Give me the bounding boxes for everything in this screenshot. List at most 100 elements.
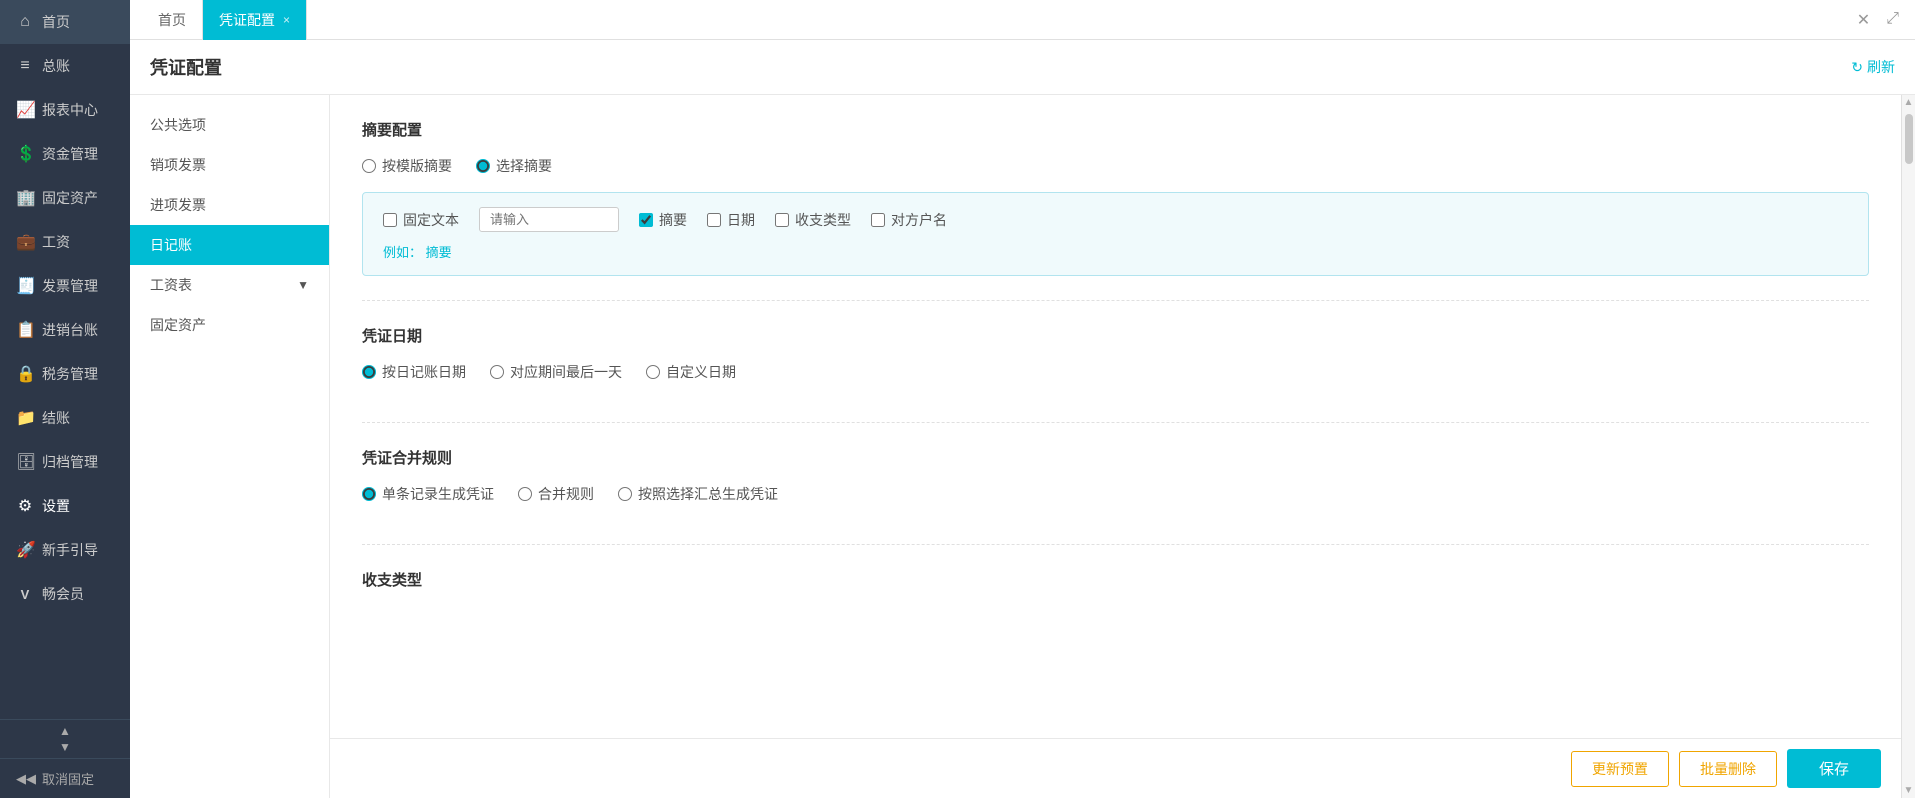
example-label: 例如：	[383, 245, 422, 260]
radio-custom-date[interactable]: 自定义日期	[646, 362, 736, 382]
radio-select-summary-input[interactable]	[476, 159, 490, 173]
menu-item-label: 日记账	[150, 235, 192, 255]
sidebar-scroll-up[interactable]: ▲	[59, 724, 71, 738]
sidebar-item-label: 首页	[42, 12, 70, 32]
sidebar-item-home[interactable]: ⌂ 首页	[0, 0, 130, 44]
example-row: 例如： 摘要	[383, 242, 1848, 261]
sidebar-item-settings[interactable]: ⚙ 设置	[0, 484, 130, 528]
refresh-button[interactable]: ↻ 刷新	[1851, 57, 1895, 77]
income-type-section: 收支类型	[362, 569, 1869, 630]
radio-merge-rule[interactable]: 合并规则	[518, 484, 594, 504]
checkbox-date-input[interactable]	[707, 213, 721, 227]
menu-item-label: 公共选项	[150, 115, 206, 135]
sidebar-item-label: 畅会员	[42, 584, 84, 604]
radio-diary-date[interactable]: 按日记账日期	[362, 362, 466, 382]
sidebar-item-archive[interactable]: 🗄 归档管理	[0, 440, 130, 484]
sidebar-item-ledger[interactable]: ≡ 总账	[0, 44, 130, 88]
checkbox-income-type-input[interactable]	[775, 213, 789, 227]
unpin-icon: ◀◀	[16, 771, 36, 787]
window-restore-button[interactable]: ⤢	[1882, 8, 1903, 32]
checkbox-income-type[interactable]: 收支类型	[775, 210, 851, 230]
checkbox-date[interactable]: 日期	[707, 210, 755, 230]
tab-voucher-config[interactable]: 凭证配置 ×	[203, 0, 307, 40]
sidebar-item-label: 固定资产	[42, 188, 98, 208]
voucher-date-radio-group: 按日记账日期 对应期间最后一天 自定义日期	[362, 362, 1869, 382]
checkbox-summary[interactable]: 摘要	[639, 210, 687, 230]
save-button[interactable]: 保存	[1787, 749, 1881, 788]
sidebar-item-funds[interactable]: 💲 资金管理	[0, 132, 130, 176]
radio-last-period-day[interactable]: 对应期间最后一天	[490, 362, 622, 382]
content-layout: 公共选项 销项发票 进项发票 日记账 工资表 ▼ 固定资产	[130, 95, 1915, 798]
radio-template-summary[interactable]: 按模版摘要	[362, 156, 452, 176]
radio-select-aggregate-input[interactable]	[618, 487, 632, 501]
page-header: 凭证配置 ↻ 刷新	[130, 40, 1915, 95]
voucher-date-title: 凭证日期	[362, 325, 1869, 346]
menu-item-sales-invoice[interactable]: 销项发票	[130, 145, 329, 185]
invoice-mgmt-icon: 🧾	[16, 276, 34, 296]
checkbox-fixed-text-label: 固定文本	[403, 210, 459, 230]
sidebar-item-label: 发票管理	[42, 276, 98, 296]
checkbox-date-label: 日期	[727, 210, 755, 230]
example-value: 摘要	[426, 245, 452, 260]
radio-merge-rule-input[interactable]	[518, 487, 532, 501]
checkbox-counterparty-label: 对方户名	[891, 210, 947, 230]
menu-item-fixed-assets[interactable]: 固定资产	[130, 305, 329, 345]
radio-single-record-input[interactable]	[362, 487, 376, 501]
summary-config-section: 摘要配置 按模版摘要 选择摘要	[362, 119, 1869, 301]
sidebar-item-purchase-sales[interactable]: 📋 进销台账	[0, 308, 130, 352]
radio-select-summary[interactable]: 选择摘要	[476, 156, 552, 176]
checkbox-counterparty[interactable]: 对方户名	[871, 210, 947, 230]
sidebar-item-label: 结账	[42, 408, 70, 428]
checkbox-fixed-text[interactable]: 固定文本	[383, 210, 459, 230]
menu-item-diary[interactable]: 日记账	[130, 225, 329, 265]
left-menu: 公共选项 销项发票 进项发票 日记账 工资表 ▼ 固定资产	[130, 95, 330, 798]
tab-close-button[interactable]: ×	[283, 13, 290, 27]
radio-template-summary-label: 按模版摘要	[382, 156, 452, 176]
archive-icon: 🗄	[16, 452, 34, 472]
sidebar-scroll-down[interactable]: ▼	[59, 740, 71, 754]
sidebar-bottom-label: 取消固定	[42, 769, 94, 788]
sidebar-item-close[interactable]: 📁 结账	[0, 396, 130, 440]
sidebar-item-vip[interactable]: V 畅会员	[0, 572, 130, 616]
scroll-thumb[interactable]	[1905, 114, 1913, 164]
sidebar-item-guide[interactable]: 🚀 新手引导	[0, 528, 130, 572]
sidebar-unpin-button[interactable]: ◀◀ 取消固定	[0, 758, 130, 798]
radio-select-aggregate-label: 按照选择汇总生成凭证	[638, 484, 778, 504]
sidebar-item-tax[interactable]: 🔒 税务管理	[0, 352, 130, 396]
scrollbar: ▲ ▼	[1901, 95, 1915, 798]
radio-diary-date-input[interactable]	[362, 365, 376, 379]
voucher-date-section: 凭证日期 按日记账日期 对应期间最后一天 自定义日期	[362, 325, 1869, 423]
checkbox-summary-input[interactable]	[639, 213, 653, 227]
scroll-down-arrow[interactable]: ▼	[1904, 785, 1914, 796]
radio-select-aggregate[interactable]: 按照选择汇总生成凭证	[618, 484, 778, 504]
sidebar-item-invoice-mgmt[interactable]: 🧾 发票管理	[0, 264, 130, 308]
merge-rule-radio-group: 单条记录生成凭证 合并规则 按照选择汇总生成凭证	[362, 484, 1869, 504]
sidebar-item-salary[interactable]: 💼 工资	[0, 220, 130, 264]
radio-template-summary-input[interactable]	[362, 159, 376, 173]
settings-icon: ⚙	[16, 496, 34, 516]
radio-single-record[interactable]: 单条记录生成凭证	[362, 484, 494, 504]
tab-bar: 首页 凭证配置 × ✕ ⤢	[130, 0, 1915, 40]
scroll-up-arrow[interactable]: ▲	[1904, 97, 1914, 108]
sidebar-item-label: 进销台账	[42, 320, 98, 340]
summary-config-title: 摘要配置	[362, 119, 1869, 140]
sidebar-item-label: 税务管理	[42, 364, 98, 384]
menu-item-purchase-invoice[interactable]: 进项发票	[130, 185, 329, 225]
checkbox-fixed-text-input[interactable]	[383, 213, 397, 227]
menu-item-payroll[interactable]: 工资表 ▼	[130, 265, 329, 305]
tax-icon: 🔒	[16, 364, 34, 384]
checkbox-counterparty-input[interactable]	[871, 213, 885, 227]
batch-delete-button[interactable]: 批量删除	[1679, 751, 1777, 787]
radio-custom-date-input[interactable]	[646, 365, 660, 379]
window-close-button[interactable]: ✕	[1853, 8, 1874, 32]
update-preview-button[interactable]: 更新预置	[1571, 751, 1669, 787]
sidebar-item-label: 归档管理	[42, 452, 98, 472]
radio-single-record-label: 单条记录生成凭证	[382, 484, 494, 504]
sidebar-item-assets[interactable]: 🏢 固定资产	[0, 176, 130, 220]
sidebar-item-reports[interactable]: 📈 报表中心	[0, 88, 130, 132]
menu-item-public-options[interactable]: 公共选项	[130, 105, 329, 145]
tab-home[interactable]: 首页	[142, 0, 203, 40]
fixed-text-input[interactable]	[479, 207, 619, 232]
radio-last-period-day-input[interactable]	[490, 365, 504, 379]
summary-options-box: 固定文本 摘要 日期	[362, 192, 1869, 276]
